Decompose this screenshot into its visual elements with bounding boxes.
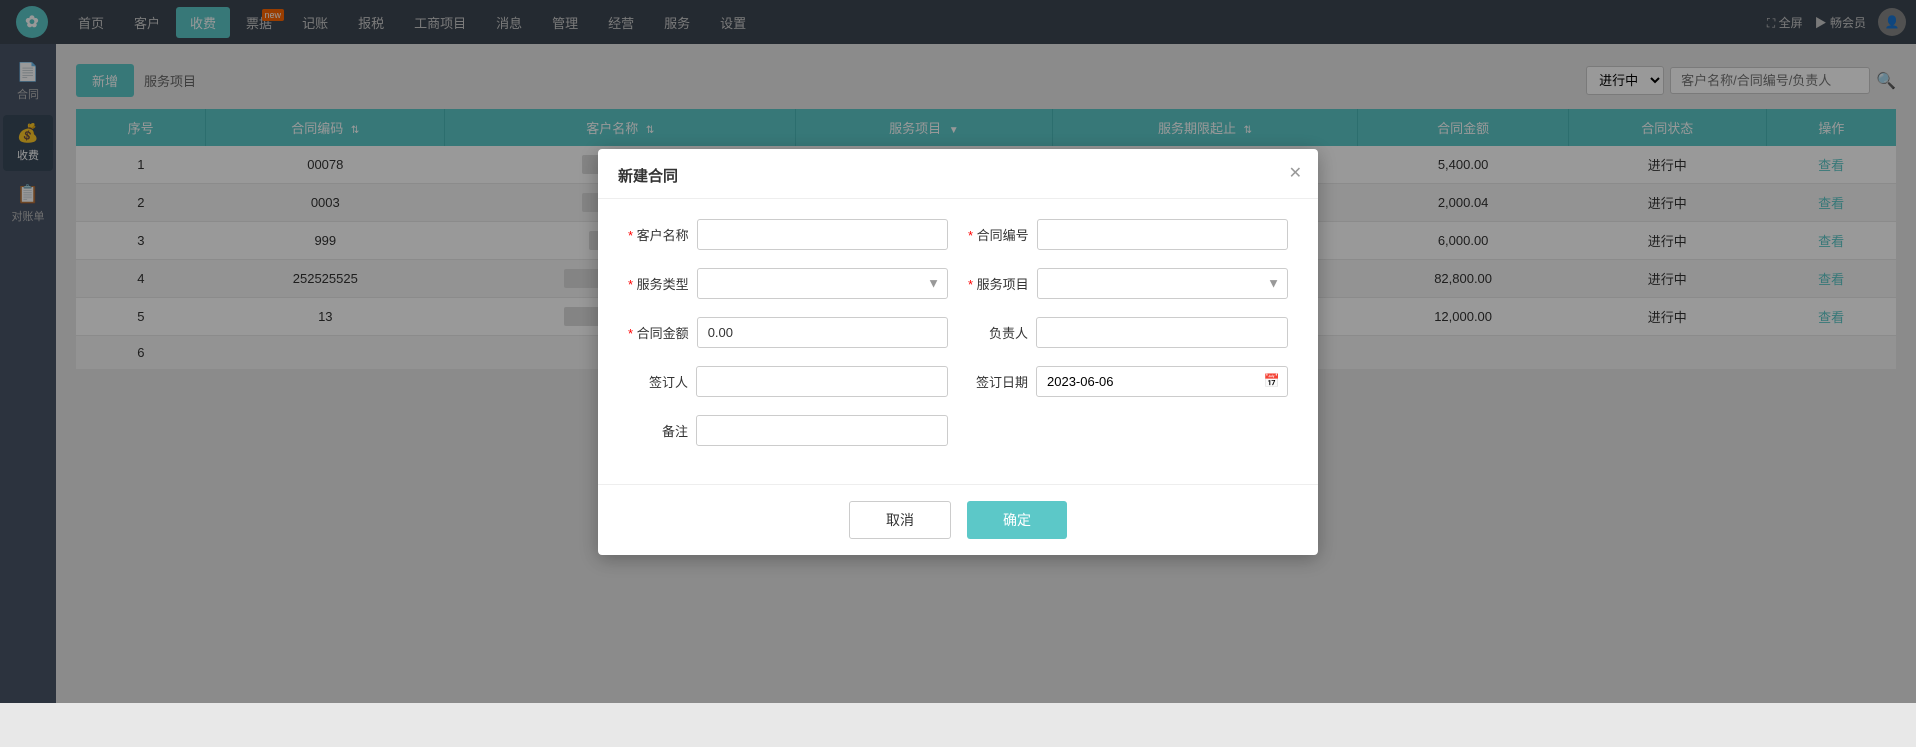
responsible-label: 负责人 [968,323,1028,342]
modal-title: 新建合同 [618,168,678,185]
cancel-button[interactable]: 取消 [849,501,951,539]
form-row-5: 备注 [628,415,1288,446]
form-group-responsible: 负责人 [968,317,1288,348]
customer-name-label: 客户名称 [628,225,689,244]
signer-label: 签订人 [628,372,688,391]
remark-label: 备注 [628,421,688,440]
service-type-select[interactable] [697,268,948,299]
form-group-amount: 合同金额 [628,317,948,348]
form-group-contract-no: 合同编号 [968,219,1288,250]
sign-date-wrapper: 📅 [1036,366,1288,397]
modal-overlay: 新建合同 ✕ 客户名称 合同编号 服务类型 [0,0,1916,703]
form-group-service-item: 服务项目 ▼ [968,268,1288,299]
form-group-remark: 备注 [628,415,948,446]
service-item-select[interactable] [1037,268,1288,299]
form-row-1: 客户名称 合同编号 [628,219,1288,250]
sign-date-input[interactable] [1036,366,1288,397]
modal-header: 新建合同 ✕ [598,149,1318,199]
modal-body: 客户名称 合同编号 服务类型 ▼ [598,199,1318,484]
service-type-label: 服务类型 [628,274,689,293]
contract-amount-label: 合同金额 [628,323,689,342]
contract-amount-input[interactable] [697,317,948,348]
service-type-select-wrapper: ▼ [697,268,948,299]
service-item-select-wrapper: ▼ [1037,268,1288,299]
service-item-label: 服务项目 [968,274,1029,293]
form-group-sign-date: 签订日期 📅 [968,366,1288,397]
confirm-button[interactable]: 确定 [967,501,1067,539]
remark-input[interactable] [696,415,948,446]
signer-input[interactable] [696,366,948,397]
form-group-customer: 客户名称 [628,219,948,250]
customer-name-input[interactable] [697,219,948,250]
sign-date-label: 签订日期 [968,372,1028,391]
new-contract-modal: 新建合同 ✕ 客户名称 合同编号 服务类型 [598,149,1318,555]
modal-close-button[interactable]: ✕ [1289,163,1302,183]
modal-footer: 取消 确定 [598,484,1318,555]
form-row-2: 服务类型 ▼ 服务项目 ▼ [628,268,1288,299]
form-group-signer: 签订人 [628,366,948,397]
form-group-service-type: 服务类型 ▼ [628,268,948,299]
contract-no-label: 合同编号 [968,225,1029,244]
form-row-4: 签订人 签订日期 📅 [628,366,1288,397]
responsible-input[interactable] [1036,317,1288,348]
contract-no-input[interactable] [1037,219,1288,250]
form-row-3: 合同金额 负责人 [628,317,1288,348]
